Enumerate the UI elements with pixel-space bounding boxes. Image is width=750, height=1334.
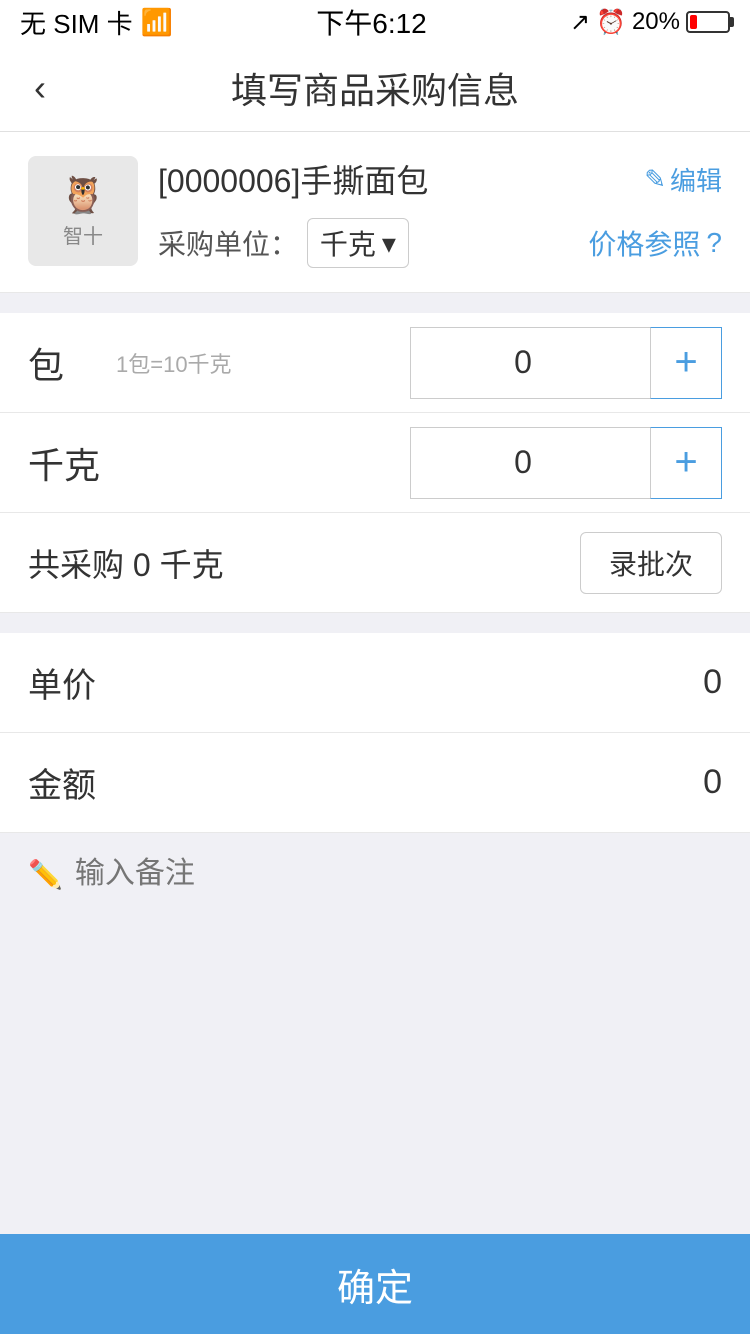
kg-label: 千克 (28, 437, 108, 489)
product-image: 🦉 智十 (28, 156, 138, 266)
edit-button[interactable]: ✎ 编辑 (644, 161, 722, 198)
unit-row: 采购单位： 千克 ▾ 价格参照 ? (158, 218, 722, 268)
carrier-text: 无 SIM 卡 (20, 4, 133, 41)
remark-section: ✏️ (0, 833, 750, 915)
wifi-icon: 📶 (141, 7, 173, 38)
battery-fill (690, 15, 697, 29)
product-brand-label: 智十 (63, 220, 103, 249)
amount-value: 0 (703, 763, 722, 802)
unit-select[interactable]: 千克 ▾ (307, 218, 409, 268)
owl-icon: 🦉 (61, 174, 106, 216)
back-button[interactable]: ‹ (24, 57, 56, 119)
product-name: [0000006]手撕面包 (158, 156, 428, 202)
unit-label-group: 采购单位： 千克 ▾ (158, 218, 409, 268)
kg-plus-button[interactable]: + (650, 427, 722, 499)
unit-price-label: 单价 (28, 658, 96, 707)
help-icon: ? (706, 227, 722, 259)
amount-label: 金额 (28, 758, 96, 807)
kg-input[interactable] (410, 427, 650, 499)
status-left: 无 SIM 卡 📶 (20, 4, 173, 41)
battery-icon (686, 11, 730, 33)
alarm-icon: ⏰ (596, 8, 626, 37)
confirm-button[interactable]: 确定 (0, 1234, 750, 1334)
status-right: ↗ ⏰ 20% (570, 8, 730, 37)
product-name-row: [0000006]手撕面包 ✎ 编辑 (158, 156, 722, 202)
battery-percent: 20% (632, 8, 680, 36)
price-ref-button[interactable]: 价格参照 ? (588, 223, 722, 263)
section-divider-2 (0, 613, 750, 633)
chevron-down-icon: ▾ (382, 227, 396, 260)
unit-price-value: 0 (703, 663, 722, 702)
unit-label: 采购单位： (158, 229, 298, 260)
amount-row: 金额 0 (0, 733, 750, 833)
pencil-icon: ✏️ (28, 858, 63, 891)
unit-value: 千克 (320, 223, 376, 263)
product-info: [0000006]手撕面包 ✎ 编辑 采购单位： 千克 ▾ 价格参照 ? (158, 156, 722, 268)
product-card: 🦉 智十 [0000006]手撕面包 ✎ 编辑 采购单位： 千克 ▾ 价格参照 … (0, 132, 750, 293)
remark-input[interactable] (75, 857, 722, 891)
location-icon: ↗ (570, 8, 590, 37)
section-divider-1 (0, 293, 750, 313)
edit-label: 编辑 (670, 161, 722, 198)
bao-input[interactable] (410, 327, 650, 399)
status-bar: 无 SIM 卡 📶 下午6:12 ↗ ⏰ 20% (0, 0, 750, 44)
summary-text: 共采购 0 千克 (28, 540, 224, 586)
kg-input-row: 千克 + (0, 413, 750, 513)
summary-row: 共采购 0 千克 录批次 (0, 513, 750, 613)
status-time: 下午6:12 (316, 2, 427, 42)
bao-plus-button[interactable]: + (650, 327, 722, 399)
bao-label: 包 (28, 337, 108, 389)
unit-price-row: 单价 0 (0, 633, 750, 733)
bao-sublabel: 1包=10千克 (116, 347, 410, 379)
edit-icon: ✎ (644, 164, 666, 195)
batch-button[interactable]: 录批次 (580, 532, 722, 594)
bao-input-row: 包 1包=10千克 + (0, 313, 750, 413)
price-ref-label: 价格参照 (588, 223, 700, 263)
kg-input-right: + (410, 427, 722, 499)
bao-input-right: + (410, 327, 722, 399)
page-title: 填写商品采购信息 (231, 62, 519, 114)
nav-bar: ‹ 填写商品采购信息 (0, 44, 750, 132)
price-section: 单价 0 金额 0 (0, 633, 750, 833)
input-section: 包 1包=10千克 + 千克 + (0, 313, 750, 513)
